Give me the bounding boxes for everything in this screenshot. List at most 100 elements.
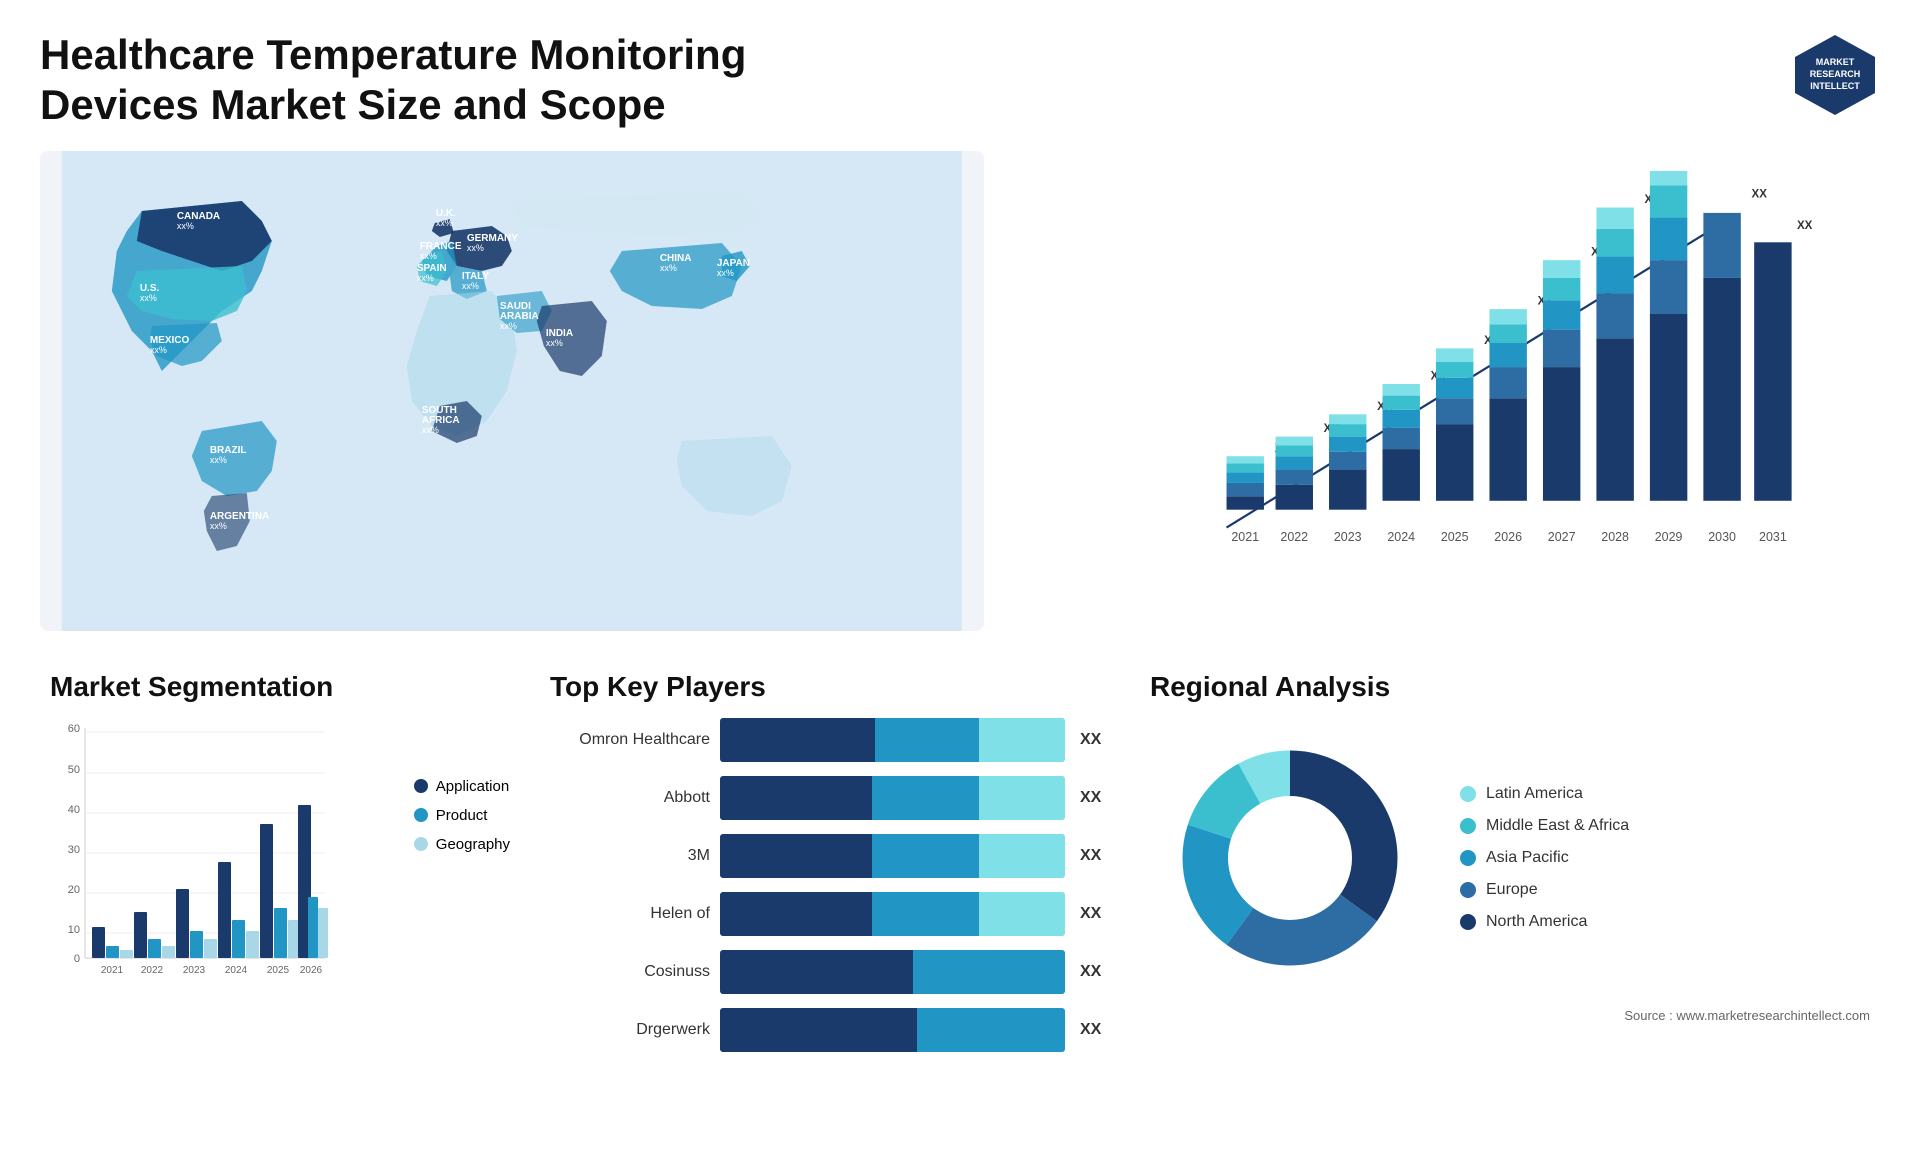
svg-text:xx%: xx% <box>436 218 453 228</box>
svg-text:2028: 2028 <box>1601 530 1629 544</box>
player-bar-omron <box>720 718 1065 762</box>
svg-text:2022: 2022 <box>1280 530 1308 544</box>
mea-label: Middle East & Africa <box>1486 817 1629 835</box>
svg-text:2026: 2026 <box>300 965 323 976</box>
svg-text:50: 50 <box>68 764 80 776</box>
growth-chart-container: 2021 XX 2022 XX 2023 XX <box>1014 151 1880 631</box>
svg-text:xx%: xx% <box>422 425 439 435</box>
player-name-helen: Helen of <box>550 905 710 923</box>
svg-text:2025: 2025 <box>267 965 290 976</box>
player-name-abbott: Abbott <box>550 789 710 807</box>
player-label-omron: XX <box>1080 731 1110 749</box>
regional-title: Regional Analysis <box>1150 671 1870 703</box>
player-bar-cosinuss <box>720 950 1065 994</box>
geography-dot <box>414 837 428 851</box>
player-label-cosinuss: XX <box>1080 963 1110 981</box>
svg-text:2024: 2024 <box>225 965 248 976</box>
logo-area: MARKET RESEARCH INTELLECT <box>1790 30 1880 120</box>
svg-text:XX: XX <box>1797 220 1813 232</box>
legend-north-america: North America <box>1460 913 1629 931</box>
svg-text:xx%: xx% <box>150 345 167 355</box>
bottom-section: Market Segmentation 60 50 40 30 20 10 <box>40 661 1880 1141</box>
legend-item-application: Application <box>414 778 510 795</box>
segmentation-title: Market Segmentation <box>50 671 510 703</box>
svg-text:xx%: xx% <box>210 455 227 465</box>
growth-chart-svg: 2021 XX 2022 XX 2023 XX <box>1074 171 1860 581</box>
latin-dot <box>1460 786 1476 802</box>
player-label-drger: XX <box>1080 1021 1110 1039</box>
donut-chart <box>1150 718 1430 998</box>
segmentation-container: Market Segmentation 60 50 40 30 20 10 <box>40 661 520 1141</box>
svg-text:20: 20 <box>68 884 80 896</box>
svg-text:xx%: xx% <box>717 268 734 278</box>
player-name-3m: 3M <box>550 847 710 865</box>
svg-text:xx%: xx% <box>420 251 437 261</box>
latin-label: Latin America <box>1486 785 1583 803</box>
players-container: Top Key Players Omron Healthcare XX Abbo… <box>540 661 1120 1141</box>
svg-text:0: 0 <box>74 953 80 965</box>
legend-apac: Asia Pacific <box>1460 849 1629 867</box>
svg-text:XX: XX <box>1751 189 1767 201</box>
top-section: CANADA xx% U.S. xx% MEXICO xx% BRAZIL xx… <box>40 151 1880 631</box>
player-name-cosinuss: Cosinuss <box>550 963 710 981</box>
regional-legend: Latin America Middle East & Africa Asia … <box>1460 785 1629 931</box>
application-dot <box>414 779 428 793</box>
svg-text:2027: 2027 <box>1547 530 1575 544</box>
donut-section: Latin America Middle East & Africa Asia … <box>1150 718 1870 998</box>
segmentation-chart: 60 50 40 30 20 10 0 <box>50 718 330 998</box>
svg-text:2026: 2026 <box>1494 530 1522 544</box>
europe-dot <box>1460 882 1476 898</box>
source-text: Source : www.marketresearchintellect.com <box>1150 1008 1870 1023</box>
svg-text:30: 30 <box>68 844 80 856</box>
regional-container: Regional Analysis <box>1140 661 1880 1141</box>
legend-item-geography: Geography <box>414 836 510 853</box>
world-map-container: CANADA xx% U.S. xx% MEXICO xx% BRAZIL xx… <box>40 151 984 631</box>
svg-text:2021: 2021 <box>101 965 124 976</box>
svg-text:xx%: xx% <box>467 243 484 253</box>
player-bar-helen <box>720 892 1065 936</box>
logo-icon: MARKET RESEARCH INTELLECT <box>1790 30 1880 120</box>
player-row-3m: 3M XX <box>550 834 1110 878</box>
svg-text:xx%: xx% <box>210 521 227 531</box>
player-label-abbott: XX <box>1080 789 1110 807</box>
europe-label: Europe <box>1486 881 1538 899</box>
player-name-omron: Omron Healthcare <box>550 731 710 749</box>
player-name-drger: Drgerwerk <box>550 1021 710 1039</box>
svg-text:INTELLECT: INTELLECT <box>1810 81 1860 91</box>
svg-text:2024: 2024 <box>1387 530 1415 544</box>
svg-text:MARKET: MARKET <box>1816 57 1855 67</box>
legend-item-product: Product <box>414 807 510 824</box>
player-label-helen: XX <box>1080 905 1110 923</box>
svg-text:2022: 2022 <box>141 965 164 976</box>
svg-text:2025: 2025 <box>1440 530 1468 544</box>
svg-text:xx%: xx% <box>140 293 157 303</box>
player-row-abbott: Abbott XX <box>550 776 1110 820</box>
player-row-drger: Drgerwerk XX <box>550 1008 1110 1052</box>
segmentation-legend: Application Product Geography <box>414 778 510 853</box>
player-row-cosinuss: Cosinuss XX <box>550 950 1110 994</box>
svg-text:XX: XX <box>1698 171 1714 174</box>
product-dot <box>414 808 428 822</box>
svg-text:2030: 2030 <box>1708 530 1736 544</box>
north-america-dot <box>1460 914 1476 930</box>
players-title: Top Key Players <box>550 671 1110 703</box>
player-row-omron: Omron Healthcare XX <box>550 718 1110 762</box>
svg-text:2031: 2031 <box>1759 530 1787 544</box>
apac-dot <box>1460 850 1476 866</box>
page-title: Healthcare Temperature Monitoring Device… <box>40 30 840 131</box>
mea-dot <box>1460 818 1476 834</box>
svg-text:60: 60 <box>68 723 80 735</box>
header: Healthcare Temperature Monitoring Device… <box>40 30 1880 131</box>
geography-label: Geography <box>436 836 510 853</box>
north-america-label: North America <box>1486 913 1587 931</box>
svg-text:RESEARCH: RESEARCH <box>1810 69 1861 79</box>
legend-latin: Latin America <box>1460 785 1629 803</box>
svg-text:xx%: xx% <box>417 273 434 283</box>
player-bar-drger <box>720 1008 1065 1052</box>
svg-text:2023: 2023 <box>1334 530 1362 544</box>
product-label: Product <box>436 807 488 824</box>
player-row-helen: Helen of XX <box>550 892 1110 936</box>
world-map-svg: CANADA xx% U.S. xx% MEXICO xx% BRAZIL xx… <box>40 151 984 631</box>
svg-text:2029: 2029 <box>1654 530 1682 544</box>
page-container: Healthcare Temperature Monitoring Device… <box>0 0 1920 1171</box>
